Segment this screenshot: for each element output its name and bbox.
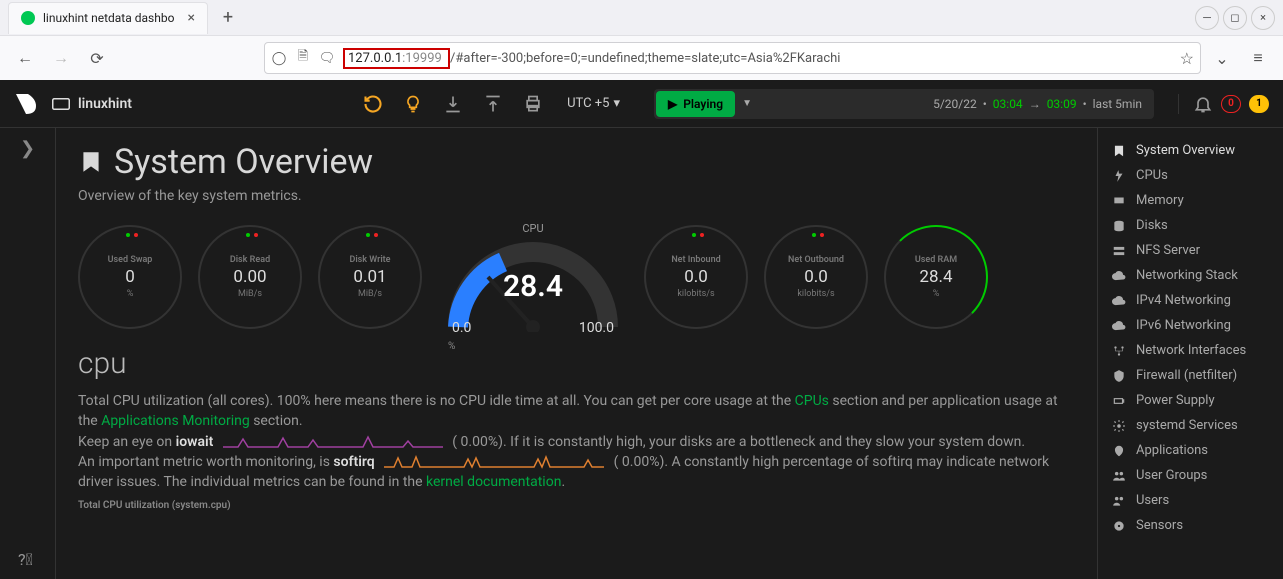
alarm-critical-badge[interactable]: 0: [1221, 95, 1241, 113]
nav-power-supply[interactable]: Power Supply: [1098, 388, 1283, 413]
cpu-section-heading: cpu: [78, 346, 1075, 381]
nav-cpus[interactable]: CPUs: [1098, 163, 1283, 188]
nav-users[interactable]: Users: [1098, 488, 1283, 513]
shield-icon[interactable]: ◯: [271, 50, 287, 66]
time-control-bar: ▶ Playing ▼ 5/20/22 • 03:04 → 03:09 • la…: [654, 89, 1154, 119]
help-icon[interactable]: ?⃝: [18, 550, 33, 569]
page-subtitle: Overview of the key system metrics.: [78, 188, 1075, 204]
iowait-sparkline: [223, 435, 443, 449]
url-host: 127.0.0.1: [348, 51, 402, 66]
browser-nav-bar: ← → ⟳ ◯ 🗎 🗨 127.0.0.1:19999 /#after=-300…: [0, 36, 1283, 80]
nav-system-overview[interactable]: System Overview: [1098, 138, 1283, 163]
nav-sensors[interactable]: Sensors: [1098, 513, 1283, 538]
url-port: :19999: [402, 51, 442, 66]
cpu-chart-title: Total CPU utilization (system.cpu): [78, 500, 1075, 511]
window-minimize-button[interactable]: ─: [1195, 6, 1219, 30]
play-icon: ▶: [668, 97, 677, 111]
cpus-link[interactable]: CPUs: [795, 393, 829, 409]
browser-tab[interactable]: linuxhint netdata dashbo ×: [8, 2, 208, 34]
tab-title: linuxhint netdata dashbo: [43, 11, 180, 25]
window-maximize-button[interactable]: ◻: [1223, 6, 1247, 30]
window-controls: ─ ◻ ×: [1195, 6, 1275, 30]
cpu-value: 28.4: [503, 269, 563, 304]
netdata-logo-icon: [14, 92, 38, 116]
time-range-display[interactable]: 5/20/22 • 03:04 → 03:09 • last 5min: [921, 97, 1154, 111]
gauge-row: Used Swap 0 % Disk Read 0.00 MiB/s Disk …: [78, 222, 1075, 332]
bookmark-star-icon[interactable]: ☆: [1180, 49, 1194, 68]
bookmark-icon: [78, 147, 104, 177]
window-close-button[interactable]: ×: [1251, 6, 1275, 30]
browser-tab-bar: linuxhint netdata dashbo × + ─ ◻ ×: [0, 0, 1283, 36]
time-to: 03:09: [1047, 97, 1077, 111]
save-pocket-icon[interactable]: ⌄: [1207, 43, 1237, 73]
expand-panel-icon[interactable]: ❯: [20, 138, 35, 159]
nav-network-interfaces[interactable]: Network Interfaces: [1098, 338, 1283, 363]
cpu-paragraph-1: Total CPU utilization (all cores). 100% …: [78, 391, 1075, 432]
play-button[interactable]: ▶ Playing: [656, 91, 735, 117]
page-info-icon[interactable]: 🗎: [295, 50, 311, 66]
gauge-net-inbound[interactable]: Net Inbound 0.0 kilobits/s: [644, 225, 748, 329]
main-content: System Overview Overview of the key syst…: [56, 128, 1097, 579]
timezone-selector[interactable]: UTC +5 ▾: [567, 96, 620, 111]
nav-ipv6-networking[interactable]: IPv6 Networking: [1098, 313, 1283, 338]
nav-systemd-services[interactable]: systemd Services: [1098, 413, 1283, 438]
tab-close-icon[interactable]: ×: [188, 10, 195, 26]
nav-back-button[interactable]: ←: [10, 43, 40, 73]
chevron-down-icon: ▾: [613, 96, 620, 111]
nav-nfs-server[interactable]: NFS Server: [1098, 238, 1283, 263]
gauge-net-outbound[interactable]: Net Outbound 0.0 kilobits/s: [764, 225, 868, 329]
nav-reload-button[interactable]: ⟳: [82, 43, 112, 73]
gauge-disk-read[interactable]: Disk Read 0.00 MiB/s: [198, 225, 302, 329]
cpu-paragraph-3: An important metric worth monitoring, is…: [78, 452, 1075, 493]
nav-networking-stack[interactable]: Networking Stack: [1098, 263, 1283, 288]
url-host-highlight: 127.0.0.1:19999: [343, 48, 450, 69]
gauge-used-swap[interactable]: Used Swap 0 %: [78, 225, 182, 329]
app-menu-button[interactable]: ≡: [1243, 43, 1273, 73]
cpu-max: 100.0: [579, 320, 614, 336]
lightbulb-icon[interactable]: [403, 94, 423, 114]
time-from: 03:04: [993, 97, 1023, 111]
softirq-sparkline: [384, 455, 604, 469]
hostname-selector[interactable]: linuxhint: [52, 96, 132, 112]
cpu-paragraph-2: Keep an eye on iowait ( 0.00%). If it is…: [78, 432, 1075, 452]
url-bar[interactable]: ◯ 🗎 🗨 127.0.0.1:19999 /#after=-300;befor…: [264, 42, 1201, 74]
kernel-docs-link[interactable]: kernel documentation: [426, 474, 561, 490]
nav-memory[interactable]: Memory: [1098, 188, 1283, 213]
refresh-icon[interactable]: [363, 94, 383, 114]
nav-disks[interactable]: Disks: [1098, 213, 1283, 238]
url-path: /#after=-300;before=0;=undefined;theme=s…: [450, 51, 840, 66]
nav-firewall[interactable]: Firewall (netfilter): [1098, 363, 1283, 388]
play-dropdown-icon[interactable]: ▼: [737, 98, 757, 109]
left-rail: ❯: [0, 128, 56, 579]
gauge-used-ram[interactable]: Used RAM 28.4 %: [884, 225, 988, 329]
download-icon[interactable]: [443, 94, 463, 114]
nav-user-groups[interactable]: User Groups: [1098, 463, 1283, 488]
tab-favicon-icon: [21, 11, 35, 25]
upload-icon[interactable]: [483, 94, 503, 114]
app-topbar: linuxhint UTC +5 ▾ ▶ Playing ▼ 5/20/22 •…: [0, 80, 1283, 128]
nav-ipv4-networking[interactable]: IPv4 Networking: [1098, 288, 1283, 313]
iowait-label: iowait: [176, 434, 214, 450]
timezone-label: UTC +5: [567, 96, 609, 111]
play-label: Playing: [683, 97, 723, 111]
reading-view-icon[interactable]: 🗨: [319, 50, 335, 66]
nav-forward-button[interactable]: →: [46, 43, 76, 73]
softirq-label: softirq: [333, 454, 374, 470]
hostname-label: linuxhint: [78, 96, 132, 112]
alarm-warning-badge[interactable]: 1: [1249, 95, 1269, 113]
page-title: System Overview: [78, 142, 1075, 182]
bell-icon[interactable]: [1193, 94, 1213, 114]
right-nav: System Overview CPUs Memory Disks NFS Se…: [1097, 128, 1283, 579]
gauge-disk-write[interactable]: Disk Write 0.01 MiB/s: [318, 225, 422, 329]
nav-applications[interactable]: Applications: [1098, 438, 1283, 463]
applications-monitoring-link[interactable]: Applications Monitoring: [101, 413, 250, 429]
print-icon[interactable]: [523, 94, 543, 114]
new-tab-button[interactable]: +: [214, 4, 242, 32]
gauge-cpu[interactable]: CPU 28.4 0.0 100.0 %: [438, 222, 628, 332]
time-range: last 5min: [1093, 97, 1142, 111]
cpu-min: 0.0: [452, 320, 471, 336]
time-date: 5/20/22: [933, 97, 977, 111]
